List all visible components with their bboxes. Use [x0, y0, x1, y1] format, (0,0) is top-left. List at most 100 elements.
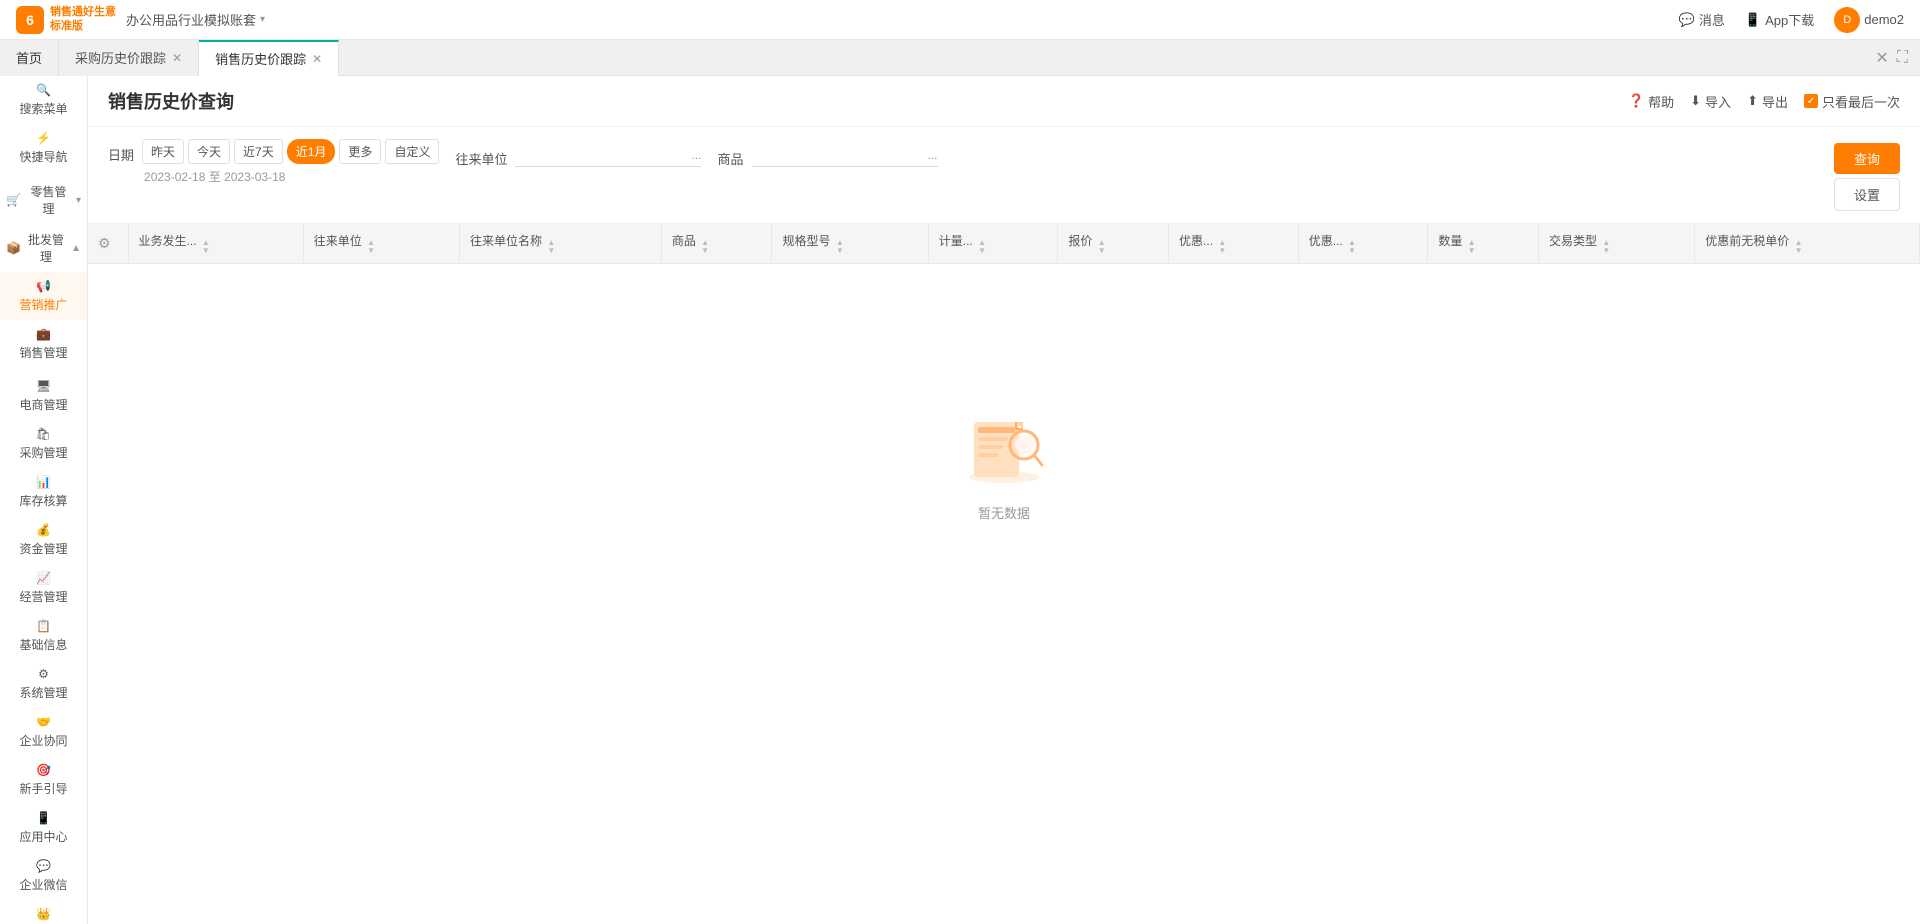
tab-expand[interactable]: ⛶ [1897, 49, 1908, 67]
th-discount2[interactable]: 优惠... ▲▼ [1298, 224, 1428, 264]
sidebar-item-purchase[interactable]: 🛍 采购管理 [0, 420, 87, 468]
message-button[interactable]: 💬 消息 [1679, 10, 1725, 29]
quick-nav-icon: ⚡ [36, 131, 51, 145]
empty-text: 暂无数据 [978, 503, 1030, 522]
sidebar-item-quick-nav[interactable]: ⚡ 快捷导航 [0, 124, 87, 172]
content-area: 销售历史价查询 ❓ 帮助 ⬇ 导入 ⬆ 导出 ✓ 只看最后一次 [88, 76, 1920, 924]
finance-icon: 💰 [36, 523, 51, 537]
cooperation-icon: 🤝 [36, 715, 51, 729]
user-menu[interactable]: D demo2 [1834, 7, 1904, 33]
only-last-checkbox[interactable]: ✓ 只看最后一次 [1804, 92, 1900, 111]
breadcrumb-dropdown[interactable]: ▾ [260, 14, 265, 25]
sidebar: 🔍 搜索菜单 ⚡ 快捷导航 🛒 零售管理 ▾ 📦 批发管理 ▲ 📢 营销推广 💼… [0, 76, 88, 924]
avatar: D [1834, 7, 1860, 33]
sidebar-item-finance[interactable]: 💰 资金管理 [0, 516, 87, 564]
tab-bar: 首页 采购历史价跟踪 ✕ 销售历史价跟踪 ✕ ✕ ⛶ [0, 40, 1920, 76]
chevron-down-icon: ▾ [76, 195, 81, 206]
header-left: 6 销售通好生意 标准版 办公用品行业模拟账套 ▾ [16, 6, 265, 34]
sidebar-item-basic-info[interactable]: 📋 基础信息 [0, 612, 87, 660]
tab-close-all[interactable]: ✕ [1875, 48, 1888, 68]
date-buttons: 昨天 今天 近7天 近1月 更多 自定义 [142, 139, 439, 164]
date-btn-today[interactable]: 今天 [188, 139, 230, 164]
search-icon: 🔍 [36, 83, 51, 97]
retail-icon: 🛒 [6, 193, 21, 207]
sidebar-item-sales-mgmt[interactable]: 💼 销售管理 [0, 320, 87, 368]
guide-icon: 🎯 [36, 763, 51, 777]
system-icon: ⚙ [38, 667, 49, 681]
product-input[interactable] [752, 147, 928, 162]
export-icon: ⬆ [1747, 93, 1758, 109]
th-unit-code[interactable]: 往来单位 ▲▼ [303, 224, 459, 264]
date-btn-7days[interactable]: 近7天 [234, 139, 283, 164]
sidebar-item-cooperation[interactable]: 🤝 企业协同 [0, 708, 87, 756]
sidebar-item-marketing[interactable]: 📢 营销推广 [0, 272, 87, 320]
th-product[interactable]: 商品 ▲▼ [661, 224, 772, 264]
operations-icon: 📈 [36, 571, 51, 585]
th-settings[interactable]: ⚙ [88, 224, 128, 264]
import-button[interactable]: ⬇ 导入 [1690, 92, 1731, 111]
export-button[interactable]: ⬆ 导出 [1747, 92, 1788, 111]
sidebar-item-operations[interactable]: 📈 经营管理 [0, 564, 87, 612]
tab-purchase-history-close[interactable]: ✕ [172, 52, 182, 64]
product-input-box: ... [752, 143, 938, 167]
main-layout: 🔍 搜索菜单 ⚡ 快捷导航 🛒 零售管理 ▾ 📦 批发管理 ▲ 📢 营销推广 💼… [0, 76, 1920, 924]
th-qty[interactable]: 数量 ▲▼ [1428, 224, 1539, 264]
product-ellipsis[interactable]: ... [928, 148, 938, 162]
help-button[interactable]: ❓ 帮助 [1628, 92, 1674, 111]
purchase-icon: 🛍 [36, 427, 51, 441]
breadcrumb: 办公用品行业模拟账套 ▾ [126, 10, 265, 29]
sidebar-item-guide[interactable]: 🎯 新手引导 [0, 756, 87, 804]
app-download-button[interactable]: 📱 App下载 [1745, 10, 1814, 29]
header-right: 💬 消息 📱 App下载 D demo2 [1679, 7, 1904, 33]
tab-purchase-history[interactable]: 采购历史价跟踪 ✕ [59, 40, 199, 76]
date-btn-more[interactable]: 更多 [339, 139, 381, 164]
th-tax-free-price[interactable]: 优惠前无税单价 ▲▼ [1695, 224, 1920, 264]
th-discount1[interactable]: 优惠... ▲▼ [1169, 224, 1299, 264]
th-unit[interactable]: 计量... ▲▼ [928, 224, 1058, 264]
th-spec[interactable]: 规格型号 ▲▼ [772, 224, 928, 264]
date-filter-label: 日期 [108, 139, 134, 164]
checkbox-icon: ✓ [1804, 94, 1818, 108]
sidebar-item-inventory[interactable]: 📊 库存核算 [0, 468, 87, 516]
date-btn-yesterday[interactable]: 昨天 [142, 139, 184, 164]
sidebar-item-member[interactable]: 👑 畅会员 [0, 900, 87, 924]
tab-home[interactable]: 首页 [0, 40, 59, 76]
page-actions: ❓ 帮助 ⬇ 导入 ⬆ 导出 ✓ 只看最后一次 [1628, 92, 1900, 111]
empty-illustration [954, 407, 1054, 487]
logo-area: 6 销售通好生意 标准版 [16, 6, 116, 34]
sidebar-item-ecommerce[interactable]: 🖥 电商管理 [0, 372, 87, 420]
sidebar-item-app-center[interactable]: 📱 应用中心 [0, 804, 87, 852]
th-unit-name[interactable]: 往来单位名称 ▲▼ [460, 224, 662, 264]
from-unit-ellipsis[interactable]: ... [691, 148, 701, 162]
settings-icon[interactable]: ⚙ [98, 235, 111, 251]
filter-action-area: 查询 设置 [1834, 139, 1900, 211]
settings-button[interactable]: 设置 [1834, 178, 1900, 211]
marketing-icon: 📢 [36, 279, 51, 293]
date-btn-custom[interactable]: 自定义 [385, 139, 439, 164]
sidebar-item-enterprise-wechat[interactable]: 💬 企业微信 [0, 852, 87, 900]
import-icon: ⬇ [1690, 93, 1701, 109]
page-header: 销售历史价查询 ❓ 帮助 ⬇ 导入 ⬆ 导出 ✓ 只看最后一次 [88, 76, 1920, 127]
top-header: 6 销售通好生意 标准版 办公用品行业模拟账套 ▾ 💬 消息 📱 App下载 D… [0, 0, 1920, 40]
th-biz-date[interactable]: 业务发生... ▲▼ [128, 224, 303, 264]
sidebar-item-system[interactable]: ⚙ 系统管理 [0, 660, 87, 708]
tab-sales-history[interactable]: 销售历史价跟踪 ✕ [199, 40, 339, 76]
tab-actions: ✕ ⛶ [1875, 48, 1920, 68]
th-price[interactable]: 报价 ▲▼ [1058, 224, 1169, 264]
logo-text: 销售通好生意 标准版 [50, 6, 116, 32]
tab-sales-history-close[interactable]: ✕ [312, 53, 322, 65]
help-icon: ❓ [1628, 93, 1644, 109]
from-unit-input[interactable] [515, 147, 691, 162]
date-filter-group: 日期 昨天 今天 近7天 近1月 更多 自定义 2023-02-18 至 202… [108, 139, 439, 185]
enterprise-wechat-icon: 💬 [36, 859, 51, 873]
sidebar-item-wholesale[interactable]: 📦 批发管理 ▲ [0, 224, 87, 272]
sidebar-item-retail[interactable]: 🛒 零售管理 ▾ [0, 176, 87, 224]
product-label: 商品 [717, 143, 743, 168]
logo-icon: 6 [16, 6, 44, 34]
sidebar-item-search[interactable]: 🔍 搜索菜单 [0, 76, 87, 124]
app-center-icon: 📱 [36, 811, 51, 825]
th-trade-type[interactable]: 交易类型 ▲▼ [1539, 224, 1695, 264]
table-header-row: ⚙ 业务发生... ▲▼ 往来单位 ▲▼ 往来单位名称 ▲▼ [88, 224, 1920, 264]
query-button[interactable]: 查询 [1834, 143, 1900, 174]
date-btn-1month[interactable]: 近1月 [287, 139, 336, 164]
